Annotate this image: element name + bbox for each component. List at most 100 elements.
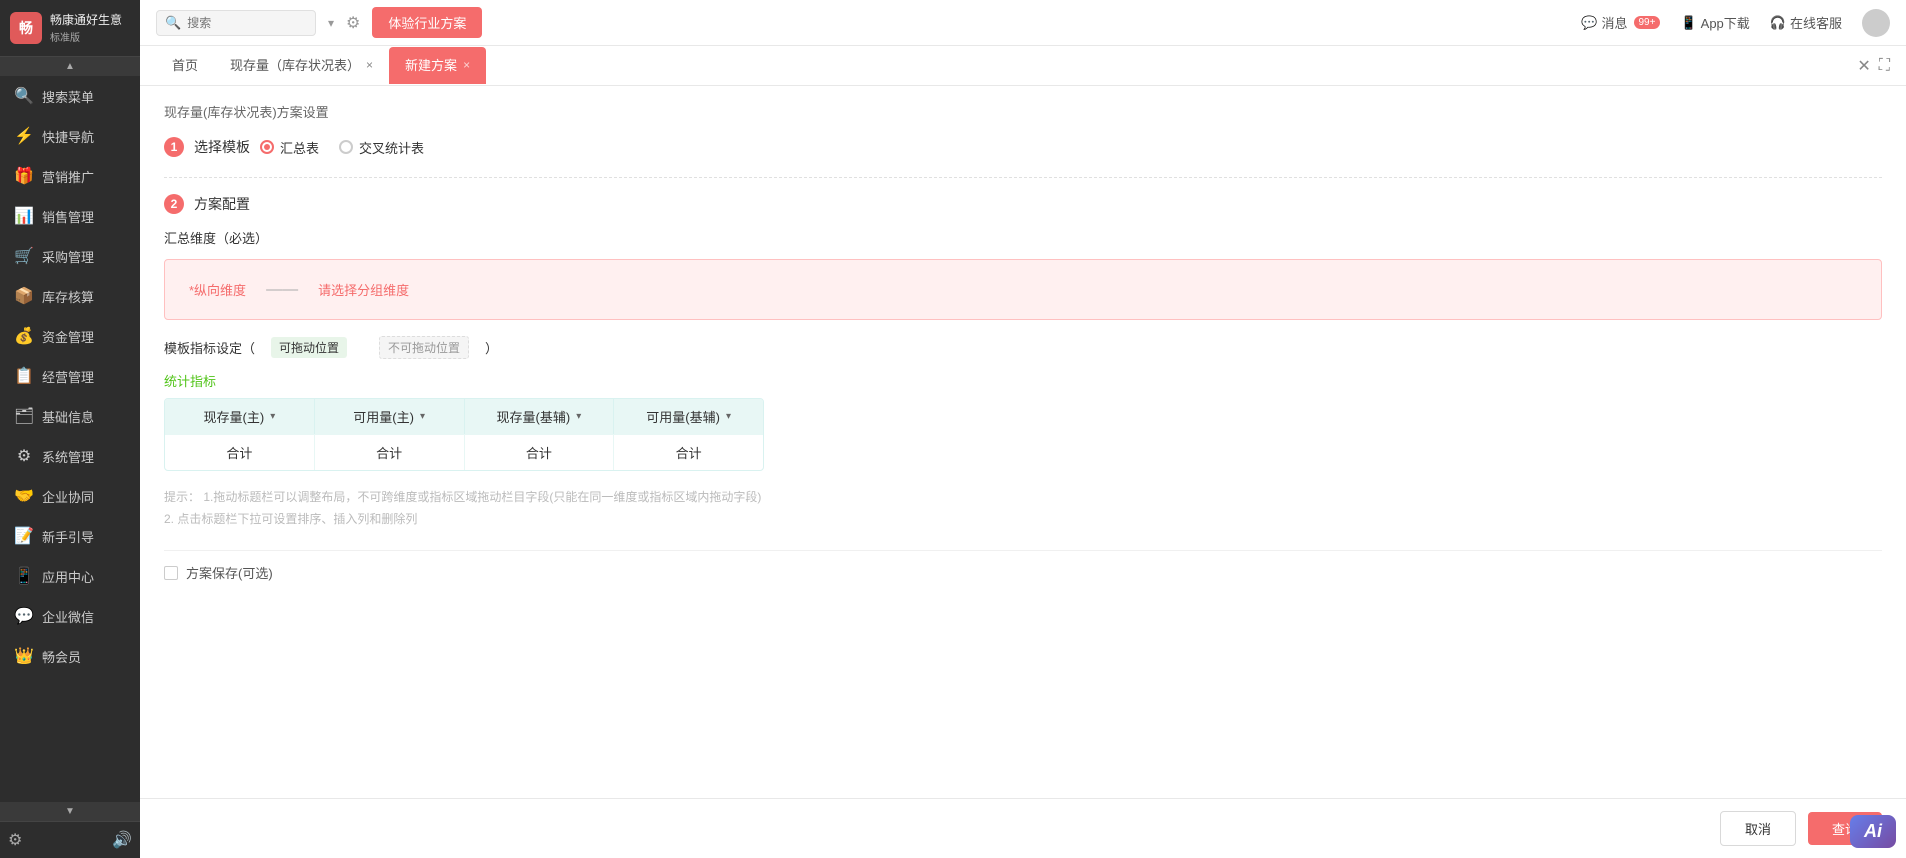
sidebar-item-system[interactable]: ⚙ 系统管理 bbox=[0, 436, 140, 476]
sidebar-item-label: 采购管理 bbox=[42, 247, 94, 266]
ai-badge[interactable]: Ai bbox=[1850, 815, 1896, 848]
tab-expand-icon[interactable]: ⛶ bbox=[1879, 57, 1890, 75]
support-icon: 🎧 bbox=[1770, 15, 1786, 31]
step1-title: 选择模板 bbox=[194, 137, 250, 157]
sidebar-item-basic-info[interactable]: 🗂 基础信息 bbox=[0, 396, 140, 436]
col0-chevron-icon[interactable]: ▾ bbox=[270, 411, 275, 422]
vertical-dim-box: *纵向维度 —— 请选择分组维度 bbox=[164, 259, 1882, 320]
logo-text: 畅康通好生意 标准版 bbox=[50, 12, 122, 44]
col3-chevron-icon[interactable]: ▾ bbox=[726, 411, 731, 422]
sidebar-item-sales[interactable]: 📊 销售管理 bbox=[0, 196, 140, 236]
basic-info-icon: 🗂 bbox=[14, 406, 34, 426]
tab-new-plan[interactable]: 新建方案 × bbox=[389, 47, 486, 84]
inventory-icon: 📦 bbox=[14, 286, 34, 306]
sidebar-item-marketing[interactable]: 🎁 营销推广 bbox=[0, 156, 140, 196]
sidebar-item-wechat[interactable]: 💬 企业微信 bbox=[0, 596, 140, 636]
sidebar-item-label: 企业协同 bbox=[42, 487, 94, 506]
vertical-dim-placeholder[interactable]: 请选择分组维度 bbox=[318, 280, 409, 299]
sidebar-item-label: 经营管理 bbox=[42, 367, 94, 386]
wechat-icon: 💬 bbox=[14, 606, 34, 626]
stats-header-col-1[interactable]: 可用量(主) ▾ bbox=[315, 399, 465, 434]
tip-row-2: 2. 点击标题栏下拉可设置排序、插入列和删除列 bbox=[164, 509, 1882, 531]
sidebar-item-new-user[interactable]: 📝 新手引导 bbox=[0, 516, 140, 556]
tips-section: 提示： 1.拖动标题栏可以调整布局，不可跨维度或指标区域拖动栏目字段(只能在同一… bbox=[164, 487, 1882, 530]
sidebar-item-finance[interactable]: 💰 资金管理 bbox=[0, 316, 140, 356]
panel: 现存量(库存状况表)方案设置 1 选择模板 汇总表 交叉统计表 bbox=[140, 86, 1906, 798]
sidebar-item-label: 系统管理 bbox=[42, 447, 94, 466]
indicator-settings-row: 模板指标设定（ 可拖动位置 不可拖动位置 ） bbox=[164, 336, 1882, 359]
indicator-settings-end: ） bbox=[485, 338, 498, 357]
search-box[interactable]: 🔍 bbox=[156, 10, 316, 36]
sidebar-scroll-up[interactable]: ▲ bbox=[0, 57, 140, 76]
col1-chevron-icon[interactable]: ▾ bbox=[420, 411, 425, 422]
col2-chevron-icon[interactable]: ▾ bbox=[576, 411, 581, 422]
stats-header-col-2[interactable]: 现存量(基辅) ▾ bbox=[465, 399, 615, 434]
messages-badge: 99+ bbox=[1634, 16, 1661, 29]
sidebar-item-enterprise[interactable]: 🤝 企业协同 bbox=[0, 476, 140, 516]
logo-icon: 畅 bbox=[10, 12, 42, 44]
enterprise-icon: 🤝 bbox=[14, 486, 34, 506]
tab-inventory-close-icon[interactable]: × bbox=[366, 58, 373, 72]
sidebar-item-label: 库存核算 bbox=[42, 287, 94, 306]
radio-summary-dot bbox=[260, 140, 274, 154]
radio-cross-dot bbox=[339, 140, 353, 154]
system-icon: ⚙ bbox=[14, 446, 34, 466]
vertical-dim-arrow: —— bbox=[266, 281, 298, 299]
industry-solution-button[interactable]: 体验行业方案 bbox=[372, 7, 482, 38]
stats-header-col-0[interactable]: 现存量(主) ▾ bbox=[165, 399, 315, 434]
tab-close-all-icon[interactable]: ✕ bbox=[1857, 56, 1870, 76]
main-container: 🔍 ▾ ⚙ 体验行业方案 💬 消息 99+ 📱 App下载 🎧 在线客服 bbox=[140, 0, 1906, 858]
sidebar-item-label: 应用中心 bbox=[42, 567, 94, 586]
message-icon: 💬 bbox=[1581, 15, 1597, 31]
sidebar-item-search-menu[interactable]: 🔍 搜索菜单 bbox=[0, 76, 140, 116]
tabs-bar: 首页 现存量（库存状况表） × 新建方案 × ✕ ⛶ bbox=[140, 46, 1906, 86]
online-support-button[interactable]: 🎧 在线客服 bbox=[1770, 13, 1842, 32]
tip-row-1: 提示： 1.拖动标题栏可以调整布局，不可跨维度或指标区域拖动栏目字段(只能在同一… bbox=[164, 487, 1882, 509]
step1-number: 1 bbox=[164, 137, 184, 157]
stats-data-row-0: 合计 合计 合计 合计 bbox=[165, 434, 763, 470]
sidebar-item-label: 资金管理 bbox=[42, 327, 94, 346]
divider-1 bbox=[164, 177, 1882, 178]
stats-cell-0-3: 合计 bbox=[614, 435, 763, 470]
content-area: 现存量(库存状况表)方案设置 1 选择模板 汇总表 交叉统计表 bbox=[140, 86, 1906, 798]
sidebar-nav: 🔍 搜索菜单 ⚡ 快捷导航 🎁 营销推广 📊 销售管理 🛒 采购管理 📦 库存核… bbox=[0, 76, 140, 802]
cancel-button[interactable]: 取消 bbox=[1720, 811, 1796, 846]
sidebar-item-label: 营销推广 bbox=[42, 167, 94, 186]
user-avatar[interactable] bbox=[1862, 9, 1890, 37]
sidebar-item-quick-nav[interactable]: ⚡ 快捷导航 bbox=[0, 116, 140, 156]
operations-icon: 📋 bbox=[14, 366, 34, 386]
sidebar-item-app-center[interactable]: 📱 应用中心 bbox=[0, 556, 140, 596]
save-checkbox-label: 方案保存(可选) bbox=[186, 563, 273, 582]
tab-inventory-status[interactable]: 现存量（库存状况表） × bbox=[214, 47, 389, 84]
app-download-icon: 📱 bbox=[1680, 15, 1696, 31]
sidebar-item-membership[interactable]: 👑 畅会员 bbox=[0, 636, 140, 676]
messages-button[interactable]: 💬 消息 99+ bbox=[1581, 13, 1660, 32]
sidebar-item-purchase[interactable]: 🛒 采购管理 bbox=[0, 236, 140, 276]
tab-home[interactable]: 首页 bbox=[156, 47, 214, 84]
sidebar-bottom: ⚙ 🔊 bbox=[0, 821, 140, 858]
sidebar-scroll-down[interactable]: ▼ bbox=[0, 802, 140, 821]
sidebar-item-inventory[interactable]: 📦 库存核算 bbox=[0, 276, 140, 316]
topbar-gear-icon[interactable]: ⚙ bbox=[346, 13, 360, 33]
step2-header: 2 方案配置 bbox=[164, 194, 1882, 214]
step2-section: 2 方案配置 汇总维度（必选） *纵向维度 —— 请选择分组维度 模板指标设定（… bbox=[164, 194, 1882, 530]
sidebar: 畅 畅康通好生意 标准版 ▲ 🔍 搜索菜单 ⚡ 快捷导航 🎁 营销推广 📊 销售… bbox=[0, 0, 140, 858]
topbar: 🔍 ▾ ⚙ 体验行业方案 💬 消息 99+ 📱 App下载 🎧 在线客服 bbox=[140, 0, 1906, 46]
finance-icon: 💰 bbox=[14, 326, 34, 346]
save-checkbox[interactable] bbox=[164, 566, 178, 580]
settings-icon[interactable]: ⚙ bbox=[8, 830, 22, 850]
search-chevron-icon[interactable]: ▾ bbox=[328, 16, 334, 30]
page-title: 现存量(库存状况表)方案设置 bbox=[164, 102, 1882, 121]
purchase-icon: 🛒 bbox=[14, 246, 34, 266]
footer-bar: 取消 查询 bbox=[140, 798, 1906, 858]
stats-header-col-3[interactable]: 可用量(基辅) ▾ bbox=[614, 399, 763, 434]
save-checkbox-row: 方案保存(可选) bbox=[164, 550, 1882, 582]
radio-summary[interactable]: 汇总表 bbox=[260, 138, 319, 157]
sidebar-item-operations[interactable]: 📋 经营管理 bbox=[0, 356, 140, 396]
indicator-chip-fixed: 不可拖动位置 bbox=[379, 336, 469, 359]
volume-icon[interactable]: 🔊 bbox=[112, 830, 132, 850]
radio-cross[interactable]: 交叉统计表 bbox=[339, 138, 424, 157]
app-download-button[interactable]: 📱 App下载 bbox=[1680, 13, 1749, 32]
search-input[interactable] bbox=[187, 16, 287, 30]
tab-new-plan-close-icon[interactable]: × bbox=[463, 58, 470, 72]
